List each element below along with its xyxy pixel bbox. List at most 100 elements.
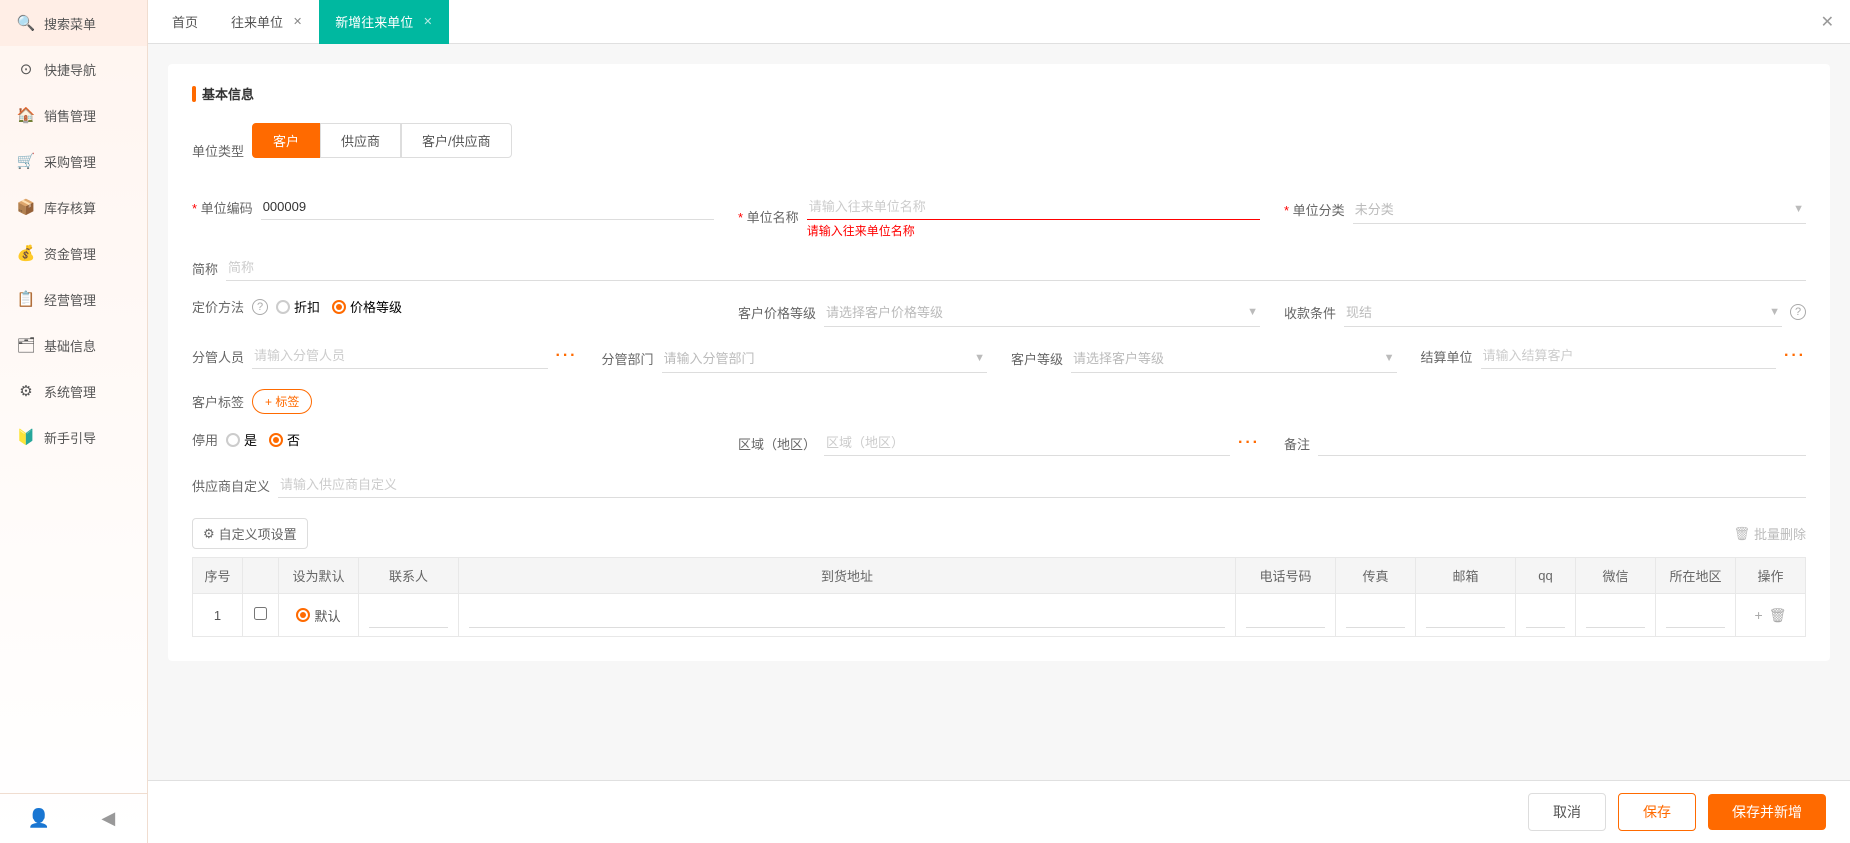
pricing-radio-group: 折扣 价格等级 (276, 297, 402, 316)
sidebar-item-guide[interactable]: 🔰 新手引导 (0, 414, 147, 460)
sidebar-item-purchase[interactable]: 🛒 采购管理 (0, 138, 147, 184)
unit-name-error: 请输入往来单位名称 (807, 222, 1260, 239)
disabled-radio-group: 是 否 (226, 430, 300, 449)
row-default-radio[interactable]: 默认 (296, 606, 340, 625)
sidebar-item-quick-nav[interactable]: ⊙ 快捷导航 (0, 46, 147, 92)
region-input[interactable] (824, 430, 1230, 456)
pricing-level-circle (332, 300, 346, 314)
short-name-input[interactable] (226, 255, 1806, 281)
supplier-custom-input[interactable] (278, 472, 1806, 498)
unit-category-select[interactable]: 未分类 ▼ (1353, 194, 1806, 224)
short-name-row: 简称 (192, 255, 1806, 281)
manager-row: 分管人员 ··· 分管部门 请输入分管部门 ▼ 客户等级 请选择客户等级 ▼ (192, 343, 1806, 373)
main-area: 首页 往来单位 ✕ 新增往来单位 ✕ ✕ 基本信息 单位类型 客户 (148, 0, 1850, 843)
quick-nav-icon: ⊙ (16, 59, 36, 79)
settlement-unit-label: 结算单位 (1421, 347, 1473, 366)
short-name-field: 简称 (192, 255, 1806, 281)
sidebar-item-operations[interactable]: 📋 经营管理 (0, 276, 147, 322)
note-label: 备注 (1284, 434, 1310, 453)
save-button[interactable]: 保存 (1618, 793, 1696, 831)
disabled-field: 停用 是 否 (192, 430, 714, 449)
sidebar-item-finance[interactable]: 💰 资金管理 (0, 230, 147, 276)
payment-terms-select[interactable]: 现结 ▼ (1344, 297, 1782, 327)
table-actions: ⚙ 自定义项设置 🗑 批量删除 (192, 518, 1806, 549)
pricing-level-radio[interactable]: 价格等级 (332, 297, 402, 316)
unit-code-input[interactable] (261, 194, 714, 220)
sales-icon: 🏠 (16, 105, 36, 125)
table-scroll-area: 序号 设为默认 联系人 到货地址 电话号码 传真 邮箱 qq 微信 所在地区 (192, 557, 1806, 637)
type-btn-supplier[interactable]: 供应商 (320, 123, 401, 158)
section-title: 基本信息 (192, 84, 1806, 103)
batch-delete-button[interactable]: 🗑 批量删除 (1733, 524, 1806, 543)
pricing-discount-radio[interactable]: 折扣 (276, 297, 320, 316)
tab-home[interactable]: 首页 (156, 0, 215, 44)
row-add-btn[interactable]: + (1755, 607, 1763, 623)
row-phone[interactable] (1236, 594, 1336, 637)
region-field: 区域（地区） ··· (738, 430, 1260, 456)
cancel-button[interactable]: 取消 (1528, 793, 1606, 831)
tab-bar-close-btn[interactable]: ✕ (1813, 8, 1842, 36)
batch-delete-icon: 🗑 (1733, 526, 1750, 542)
row-default-radio-circle (296, 608, 310, 622)
type-btn-customer[interactable]: 客户 (252, 123, 320, 158)
row-checkbox[interactable] (243, 594, 279, 637)
table-row: 1 默认 (193, 594, 1806, 637)
disabled-row: 停用 是 否 区域（地区） ··· (192, 430, 1806, 456)
tab-new-contact-close[interactable]: ✕ (423, 15, 432, 28)
row-wechat[interactable] (1576, 594, 1656, 637)
add-tag-button[interactable]: + 标签 (252, 389, 312, 414)
manager-input[interactable] (252, 343, 548, 369)
settlement-unit-input[interactable] (1481, 343, 1777, 369)
settlement-unit-more-btn[interactable]: ··· (1784, 347, 1806, 365)
sidebar-item-search[interactable]: 🔍 搜索菜单 (0, 0, 147, 46)
manager-more-btn[interactable]: ··· (556, 347, 578, 365)
region-more-btn[interactable]: ··· (1238, 434, 1260, 452)
col-header-contact: 联系人 (359, 558, 459, 594)
collapse-icon[interactable]: ◀ (78, 802, 140, 835)
sidebar-item-inventory[interactable]: 📦 库存核算 (0, 184, 147, 230)
customer-level-label: 客户等级 (1011, 349, 1063, 368)
unit-type-field: 单位类型 客户 供应商 客户/供应商 (192, 123, 1806, 178)
settings-gear-icon: ⚙ (203, 526, 215, 542)
row-email[interactable] (1416, 594, 1516, 637)
supplier-custom-label: 供应商自定义 (192, 476, 270, 495)
tab-new-contact[interactable]: 新增往来单位 ✕ (319, 0, 449, 44)
row-region[interactable] (1656, 594, 1736, 637)
unit-code-label: 单位编码 (192, 198, 253, 217)
sidebar-item-sales[interactable]: 🏠 销售管理 (0, 92, 147, 138)
finance-icon: 💰 (16, 243, 36, 263)
payment-terms-info-icon[interactable]: ? (1790, 304, 1806, 320)
user-icon[interactable]: 👤 (8, 802, 70, 835)
guide-icon: 🔰 (16, 427, 36, 447)
customer-tag-label: 客户标签 (192, 392, 244, 411)
row-delete-btn[interactable]: 🗑 (1769, 607, 1787, 624)
note-input[interactable] (1318, 430, 1806, 456)
unit-name-input[interactable] (807, 194, 1260, 220)
operations-icon: 📋 (16, 289, 36, 309)
type-btn-both[interactable]: 客户/供应商 (401, 123, 512, 158)
supplier-custom-field: 供应商自定义 (192, 472, 1806, 498)
payment-terms-chevron: ▼ (1769, 306, 1780, 318)
save-new-button[interactable]: 保存并新增 (1708, 794, 1826, 830)
sidebar-item-system[interactable]: ⚙ 系统管理 (0, 368, 147, 414)
disabled-yes-radio[interactable]: 是 (226, 430, 257, 449)
row-fax[interactable] (1336, 594, 1416, 637)
sidebar-item-basic[interactable]: 🗂 基础信息 (0, 322, 147, 368)
customer-price-level-chevron: ▼ (1247, 306, 1258, 318)
tab-contacts-close[interactable]: ✕ (293, 15, 302, 28)
disabled-label: 停用 (192, 430, 218, 449)
pricing-info-icon[interactable]: ? (252, 299, 268, 315)
pricing-method-label: 定价方法 (192, 297, 244, 316)
tab-contacts[interactable]: 往来单位 ✕ (215, 0, 319, 44)
row-contact[interactable] (359, 594, 459, 637)
department-select[interactable]: 请输入分管部门 ▼ (662, 343, 987, 373)
customer-level-select[interactable]: 请选择客户等级 ▼ (1071, 343, 1396, 373)
supplier-custom-row: 供应商自定义 (192, 472, 1806, 498)
customer-price-level-select[interactable]: 请选择客户价格等级 ▼ (824, 297, 1260, 327)
custom-settings-button[interactable]: ⚙ 自定义项设置 (192, 518, 308, 549)
row-seq: 1 (193, 594, 243, 637)
col-header-qq: qq (1516, 558, 1576, 594)
row-address[interactable] (459, 594, 1236, 637)
row-qq[interactable] (1516, 594, 1576, 637)
disabled-no-radio[interactable]: 否 (269, 430, 300, 449)
